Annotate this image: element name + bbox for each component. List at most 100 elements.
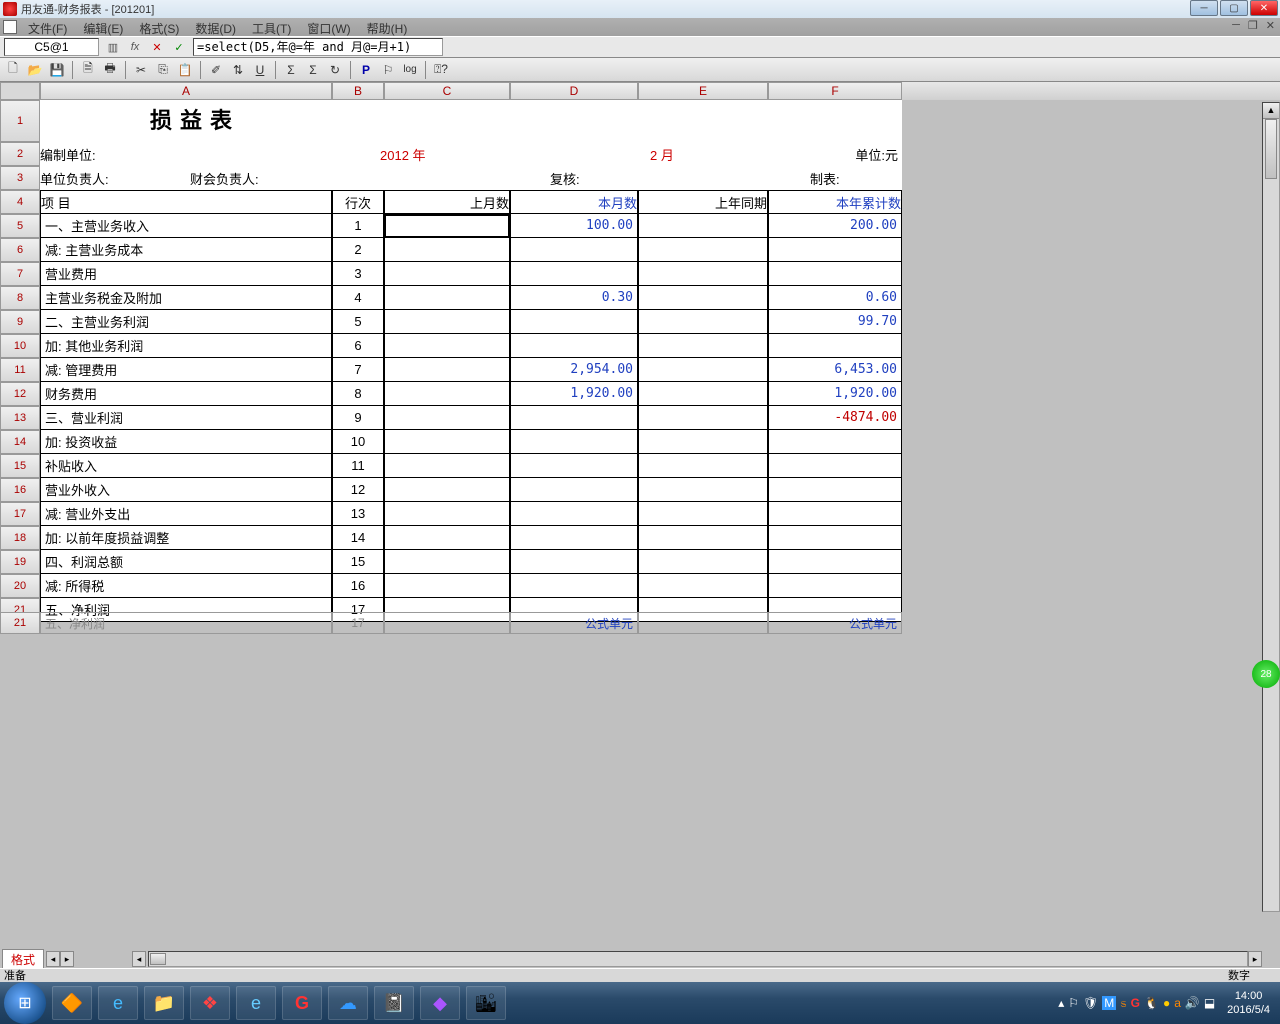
col-header-b[interactable]: B [332,82,384,100]
underline-icon[interactable]: U [251,61,269,79]
col-header-a[interactable]: A [40,82,332,100]
cell[interactable] [638,262,768,286]
start-button[interactable]: ⊞ [4,982,46,1024]
cell[interactable] [768,526,902,550]
taskbar-app-7-icon[interactable]: ☁ [328,986,368,1020]
taskbar-app-10-icon[interactable]: 🏙 [466,986,506,1020]
minimize-button[interactable]: ─ [1190,0,1218,16]
cell[interactable] [384,478,510,502]
flag-icon[interactable]: ⚐ [379,61,397,79]
cell[interactable]: 6 [332,334,384,358]
fx-icon[interactable]: fx [127,39,143,55]
taskbar-app-8-icon[interactable]: 📓 [374,986,414,1020]
cell[interactable]: 一、主营业务收入 [40,214,332,238]
scroll-up-icon[interactable]: ▲ [1263,103,1279,119]
cell[interactable]: 0.60 [768,286,902,310]
print-preview-icon[interactable]: 🗎 [79,61,97,79]
notification-badge[interactable]: 28 [1252,660,1280,688]
cell[interactable]: 10 [332,430,384,454]
tray-misc-icon[interactable]: ⬓ [1204,996,1215,1010]
cell[interactable] [768,238,902,262]
cell[interactable]: 16 [332,574,384,598]
cancel-icon[interactable]: ✕ [149,39,165,55]
close-button[interactable]: ✕ [1250,0,1278,16]
cell[interactable] [768,334,902,358]
cell[interactable] [510,430,638,454]
cell[interactable]: 14 [332,526,384,550]
cell[interactable] [638,382,768,406]
sort-icon[interactable]: ⇅ [229,61,247,79]
tray-qq-icon[interactable]: 🐧 [1144,996,1159,1010]
cell[interactable]: 1,920.00 [510,382,638,406]
cell[interactable]: -4874.00 [768,406,902,430]
row-header[interactable]: 20 [0,574,40,598]
cell[interactable] [384,334,510,358]
tray-g-icon[interactable]: G [1131,996,1140,1010]
cell[interactable]: 13 [332,502,384,526]
cell[interactable] [638,310,768,334]
formula-input[interactable]: =select(D5,年@=年 and 月@=月+1) [193,38,443,56]
cell[interactable] [384,382,510,406]
vertical-scrollbar[interactable]: ▲ [1262,102,1280,912]
cell[interactable]: 减: 管理费用 [40,358,332,382]
cell[interactable] [510,574,638,598]
cell[interactable] [638,526,768,550]
row-header[interactable]: 9 [0,310,40,334]
cell[interactable] [384,286,510,310]
cell[interactable]: 7 [332,358,384,382]
row-header[interactable]: 18 [0,526,40,550]
col-header-c[interactable]: C [384,82,510,100]
hscroll-thumb[interactable] [150,953,166,965]
cut-icon[interactable]: ✂ [132,61,150,79]
select-all-corner[interactable] [0,82,40,100]
cell[interactable]: 2 [332,238,384,262]
row-header[interactable]: 16 [0,478,40,502]
row-header[interactable]: 4 [0,190,40,214]
cell[interactable]: 4 [332,286,384,310]
cell[interactable] [384,550,510,574]
cell[interactable] [768,574,902,598]
cell[interactable] [384,502,510,526]
row-header[interactable]: 3 [0,166,40,190]
cell[interactable] [638,502,768,526]
cell[interactable] [638,358,768,382]
cell[interactable] [384,526,510,550]
cell[interactable] [384,430,510,454]
taskbar-ie-icon[interactable]: e [98,986,138,1020]
tray-disc-icon[interactable]: ● [1163,996,1170,1010]
cell[interactable]: 6,453.00 [768,358,902,382]
cell[interactable] [510,526,638,550]
name-dropdown-icon[interactable]: ▥ [105,39,121,55]
cell[interactable] [638,454,768,478]
tray-m-icon[interactable]: M [1102,996,1116,1010]
cell[interactable] [638,214,768,238]
cell[interactable] [510,454,638,478]
taskbar-app-1-icon[interactable]: 🔶 [52,986,92,1020]
taskbar-clock[interactable]: 14:00 2016/5/4 [1221,989,1276,1017]
cell[interactable] [384,238,510,262]
row-header[interactable]: 11 [0,358,40,382]
tray-s-icon[interactable]: ಽ [1120,996,1126,1011]
menu-item[interactable]: 格式(S) [135,18,183,39]
row-header[interactable]: 6 [0,238,40,262]
row-header[interactable]: 17 [0,502,40,526]
confirm-icon[interactable]: ✓ [171,39,187,55]
cell[interactable] [384,262,510,286]
cell[interactable] [384,214,510,238]
mdi-restore-icon[interactable]: ❐ [1248,19,1258,32]
print-icon[interactable]: 🖶 [101,61,119,79]
tab-scroll-right-icon[interactable]: ▸ [60,951,74,967]
horizontal-scrollbar[interactable] [148,951,1248,967]
cell[interactable]: 减: 营业外支出 [40,502,332,526]
cell[interactable]: 主营业务税金及附加 [40,286,332,310]
taskbar-app-5-icon[interactable]: e [236,986,276,1020]
new-file-icon[interactable]: 🗋 [4,61,22,79]
paste-icon[interactable]: 📋 [176,61,194,79]
brush-icon[interactable]: ✐ [207,61,225,79]
cell[interactable]: 加: 以前年度损益调整 [40,526,332,550]
mdi-minimize-icon[interactable]: ─ [1232,19,1240,32]
cell[interactable]: 补贴收入 [40,454,332,478]
row-header[interactable]: 15 [0,454,40,478]
taskbar-app-6-icon[interactable]: G [282,986,322,1020]
cell[interactable] [384,310,510,334]
